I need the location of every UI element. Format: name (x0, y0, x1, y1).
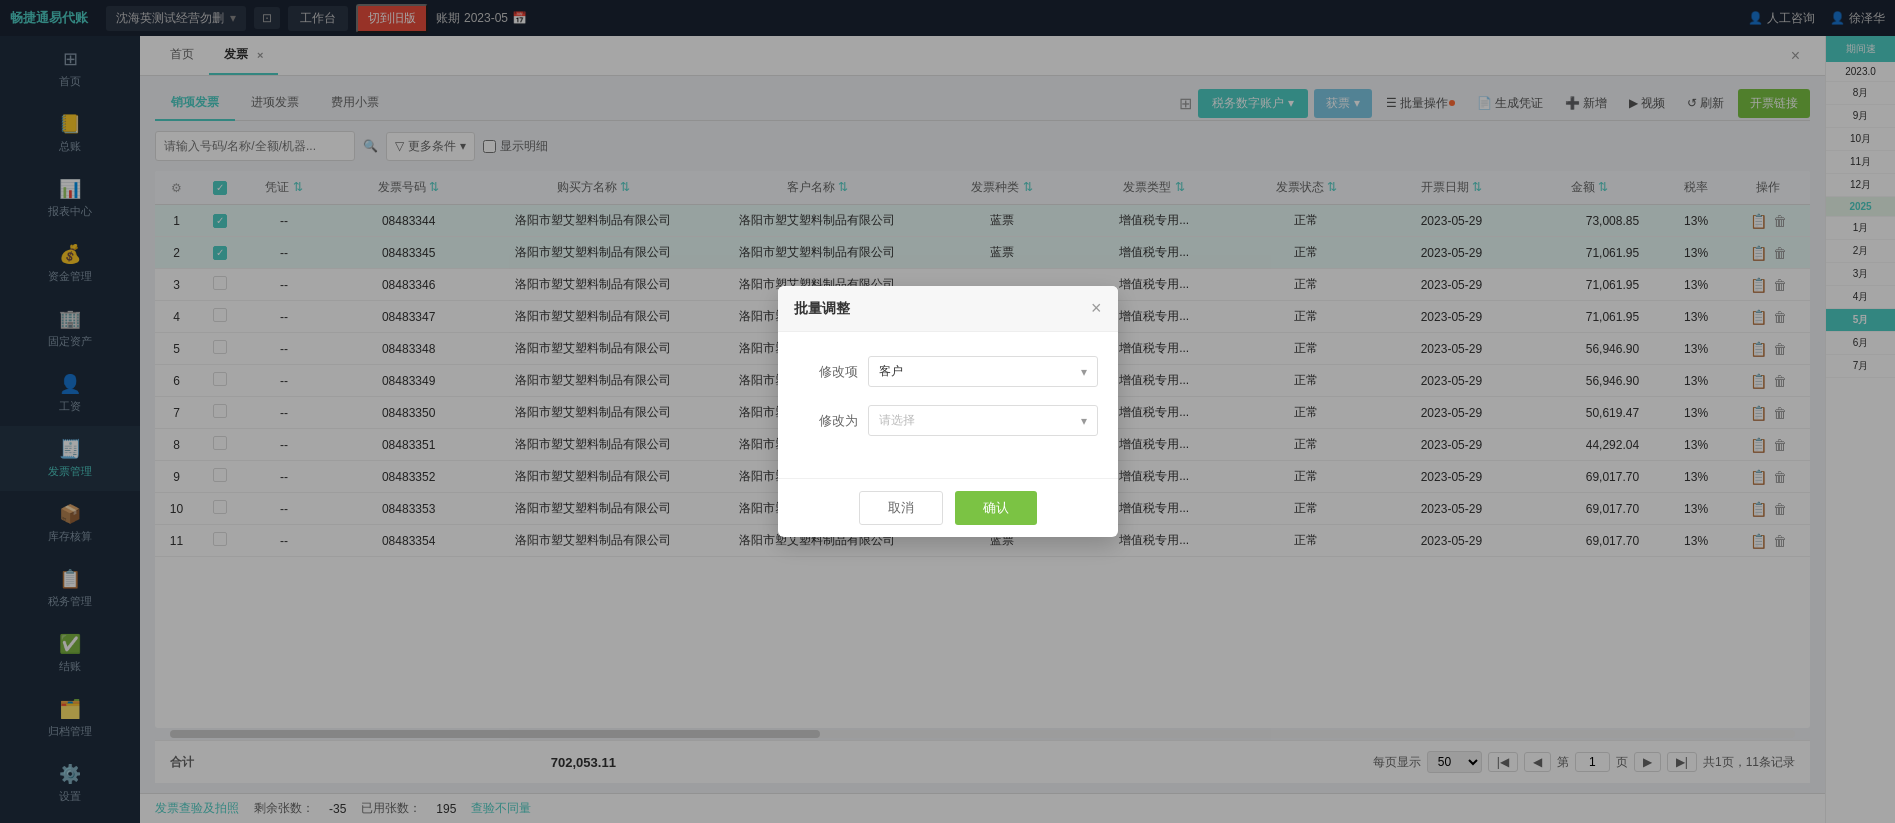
modal-close-btn[interactable]: × (1091, 298, 1102, 319)
modal-title: 批量调整 (794, 300, 850, 318)
modal-confirm-btn[interactable]: 确认 (955, 491, 1037, 525)
modify-to-arrow-icon: ▾ (1081, 414, 1087, 428)
modal-cancel-btn[interactable]: 取消 (859, 491, 943, 525)
modify-item-row: 修改项 客户 ▾ (798, 356, 1098, 387)
batch-adjust-modal: 批量调整 × 修改项 客户 ▾ 修改为 请选择 ▾ 取消 确认 (778, 286, 1118, 537)
modify-to-row: 修改为 请选择 ▾ (798, 405, 1098, 436)
modify-to-label: 修改为 (798, 412, 858, 430)
modal-overlay: 批量调整 × 修改项 客户 ▾ 修改为 请选择 ▾ 取消 确认 (0, 0, 1895, 823)
modify-item-label: 修改项 (798, 363, 858, 381)
modify-item-select[interactable]: 客户 ▾ (868, 356, 1098, 387)
modify-to-select[interactable]: 请选择 ▾ (868, 405, 1098, 436)
modal-header: 批量调整 × (778, 286, 1118, 332)
modify-to-placeholder: 请选择 (879, 412, 915, 429)
modal-footer: 取消 确认 (778, 478, 1118, 537)
modify-item-value: 客户 (879, 363, 903, 380)
modal-body: 修改项 客户 ▾ 修改为 请选择 ▾ (778, 332, 1118, 478)
modify-item-arrow-icon: ▾ (1081, 365, 1087, 379)
